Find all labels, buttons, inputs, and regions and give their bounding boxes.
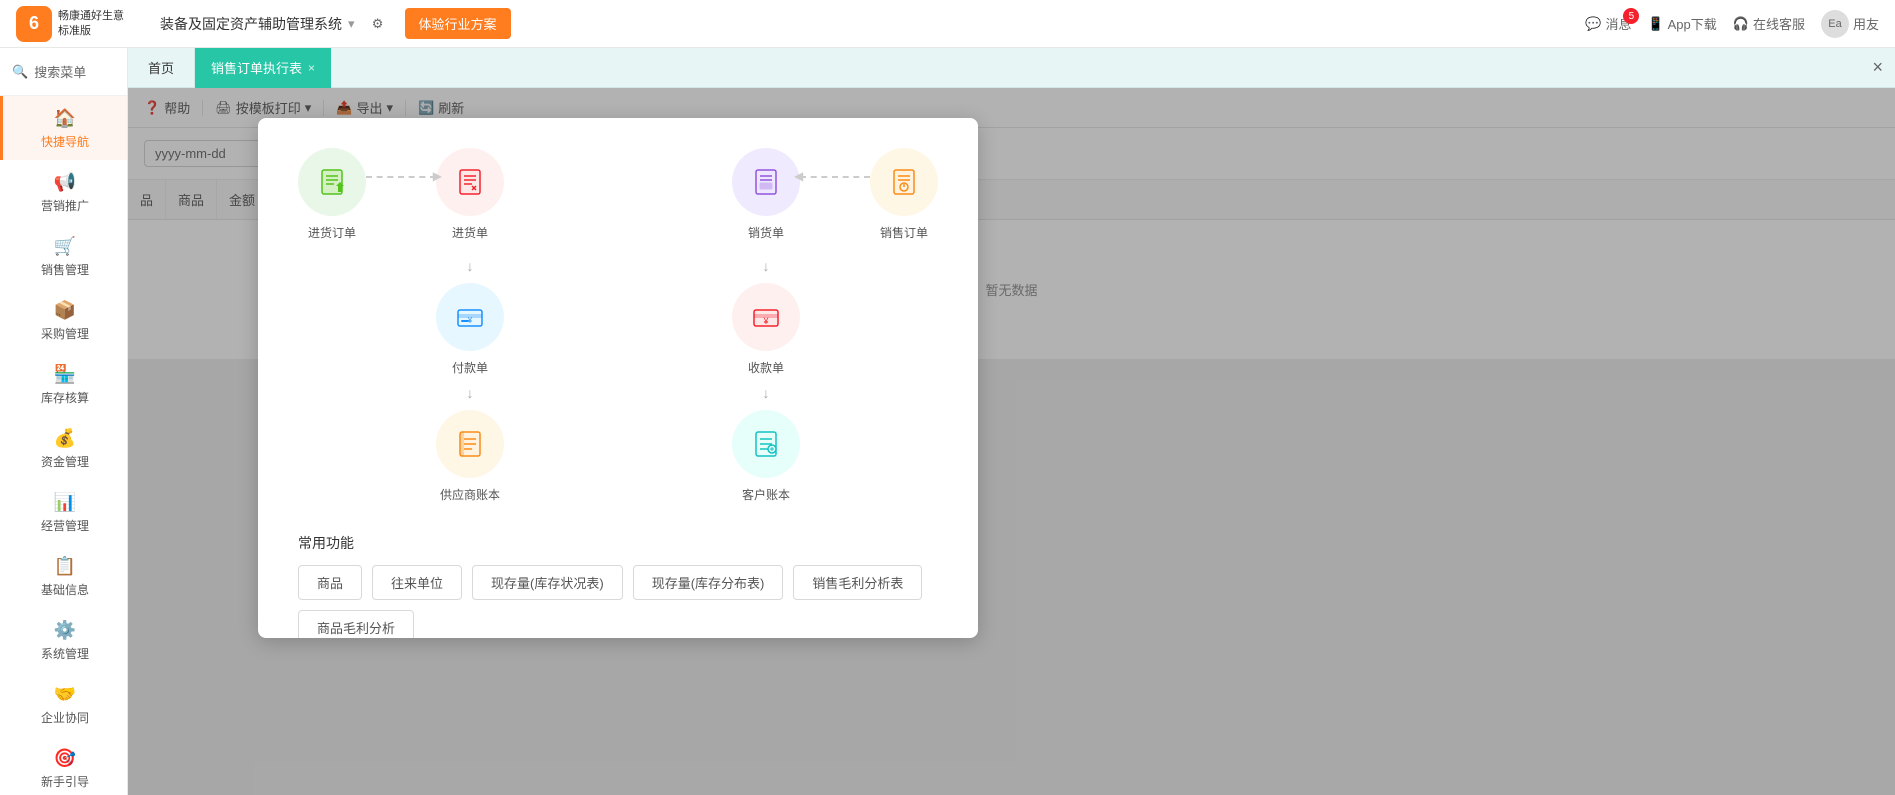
main-area: 🔍 搜索菜单 🏠 快捷导航 📢 营销推广 🛒 销售管理 📦 采购管理 xyxy=(0,48,1895,795)
sidebar-item-sales[interactable]: 🛒 销售管理 xyxy=(0,224,127,288)
sales-order-label: 销售订单 xyxy=(880,224,928,241)
flow-purchase-order[interactable]: 进货订单 xyxy=(298,148,366,241)
system-icon: ⚙️ xyxy=(54,620,76,641)
search-menu-btn[interactable]: 🔍 搜索菜单 xyxy=(8,58,119,85)
search-icon: 🔍 xyxy=(12,64,28,80)
message-icon: 💬 xyxy=(1585,16,1601,32)
customer-book-label: 客户账本 xyxy=(742,486,790,503)
supplier-book-label: 供应商账本 xyxy=(440,486,500,503)
func-btn-5[interactable]: 商品毛利分析 xyxy=(298,610,414,638)
sidebar-item-finance[interactable]: 💰 资金管理 xyxy=(0,416,127,480)
guide-icon: 🎯 xyxy=(54,748,76,769)
flow-sales-order[interactable]: 销售订单 xyxy=(870,148,938,241)
tab-right: × xyxy=(1872,57,1895,78)
purchase-order-circle xyxy=(298,148,366,216)
sales-bill-label: 销货单 xyxy=(748,224,784,241)
gear-icon[interactable]: ⚙ xyxy=(363,9,393,39)
logo-icon: 6 xyxy=(16,6,52,42)
purchase-bill-label: 进货单 xyxy=(452,224,488,241)
receipt-label: 收款单 xyxy=(748,359,784,376)
func-grid: 商品 往来单位 现存量(库存状况表) 现存量(库存分布表) 销售毛利分析表 商品… xyxy=(298,565,938,638)
func-btn-3[interactable]: 现存量(库存分布表) xyxy=(633,565,784,600)
purchase-bill-circle xyxy=(436,148,504,216)
user-item[interactable]: Ea 用友 xyxy=(1821,10,1879,38)
func-btn-2[interactable]: 现存量(库存状况表) xyxy=(472,565,623,600)
marketing-icon: 📢 xyxy=(54,172,76,193)
enterprise-icon: 🤝 xyxy=(54,684,76,705)
flow-customer-book[interactable]: 客户账本 xyxy=(732,410,800,503)
message-badge: 5 xyxy=(1623,8,1639,24)
system-title-area: 装备及固定资产辅助管理系统 ▾ ⚙ 体验行业方案 xyxy=(160,8,1585,39)
func-btn-4[interactable]: 销售毛利分析表 xyxy=(793,565,922,600)
inventory-icon: 🏪 xyxy=(54,364,76,385)
flow-supplier-book[interactable]: 供应商账本 xyxy=(436,410,504,503)
func-btn-1[interactable]: 往来单位 xyxy=(372,565,462,600)
logo-area: 6 畅康通好生意 标准版 xyxy=(16,6,144,42)
tab-active[interactable]: 销售订单执行表 × xyxy=(195,48,331,88)
tab-bar: 首页 销售订单执行表 × × xyxy=(128,48,1895,88)
message-item[interactable]: 💬 消息 5 xyxy=(1585,14,1631,33)
sidebar-item-inventory[interactable]: 🏪 库存核算 xyxy=(0,352,127,416)
tab-home[interactable]: 首页 xyxy=(128,48,195,88)
flow-diagram: 进货订单 ▶ xyxy=(298,148,938,503)
arrow-down-purchase: ↓ xyxy=(467,259,474,273)
sales-bill-circle xyxy=(732,148,800,216)
purchase-icon: 📦 xyxy=(54,300,76,321)
flow-receipt[interactable]: ¥ 收款单 xyxy=(732,283,800,376)
modal-body: 进货订单 ▶ xyxy=(258,118,978,638)
receipt-circle: ¥ xyxy=(732,283,800,351)
sidebar-item-guide[interactable]: 🎯 新手引导 xyxy=(0,736,127,795)
dropdown-icon[interactable]: ▾ xyxy=(348,16,355,32)
experience-button[interactable]: 体验行业方案 xyxy=(405,8,511,39)
payment-label: 付款单 xyxy=(452,359,488,376)
headset-icon: 🎧 xyxy=(1733,16,1749,32)
close-all-icon[interactable]: × xyxy=(1872,57,1883,77)
common-functions-section: 常用功能 商品 往来单位 现存量(库存状况表) 现存量(库存分布表) 销售毛利分… xyxy=(298,533,938,638)
sales-icon: 🛒 xyxy=(54,236,76,257)
supplier-book-circle xyxy=(436,410,504,478)
sidebar-item-operation[interactable]: 📊 经营管理 xyxy=(0,480,127,544)
flow-purchase-bill[interactable]: 进货单 xyxy=(436,148,504,241)
tab-close-icon[interactable]: × xyxy=(308,61,315,75)
top-right-area: 💬 消息 5 📱 App下载 🎧 在线客服 Ea 用友 xyxy=(1585,10,1879,38)
svg-text:¥: ¥ xyxy=(762,316,769,326)
common-functions-title: 常用功能 xyxy=(298,533,938,553)
arrow-down-receipt: ↓ xyxy=(763,386,770,400)
svg-text:¥: ¥ xyxy=(467,316,473,325)
operation-icon: 📊 xyxy=(54,492,76,513)
phone-icon: 📱 xyxy=(1647,16,1663,32)
modal-overlay[interactable]: 进货订单 ▶ xyxy=(128,88,1895,795)
payment-circle: ¥ xyxy=(436,283,504,351)
sidebar: 🔍 搜索菜单 🏠 快捷导航 📢 营销推广 🛒 销售管理 📦 采购管理 xyxy=(0,48,128,795)
sidebar-item-purchase[interactable]: 📦 采购管理 xyxy=(0,288,127,352)
flow-payment[interactable]: ¥ 付款单 xyxy=(436,283,504,376)
arrow-down-sales: ↓ xyxy=(763,259,770,273)
finance-icon: 💰 xyxy=(54,428,76,449)
logo-text: 畅康通好生意 标准版 xyxy=(58,9,124,38)
system-title: 装备及固定资产辅助管理系统 xyxy=(160,14,342,34)
user-avatar: Ea xyxy=(1821,10,1849,38)
basic-icon: 📋 xyxy=(54,556,76,577)
sidebar-item-enterprise[interactable]: 🤝 企业协同 xyxy=(0,672,127,736)
purchase-order-label: 进货订单 xyxy=(308,224,356,241)
home-icon: 🏠 xyxy=(54,108,76,129)
arrow-down-payment: ↓ xyxy=(467,386,474,400)
online-service-item[interactable]: 🎧 在线客服 xyxy=(1733,14,1805,33)
flow-sales-bill[interactable]: 销货单 xyxy=(732,148,800,241)
sidebar-search[interactable]: 🔍 搜索菜单 xyxy=(0,48,127,96)
sidebar-item-basic[interactable]: 📋 基础信息 xyxy=(0,544,127,608)
customer-book-circle xyxy=(732,410,800,478)
sidebar-item-system[interactable]: ⚙️ 系统管理 xyxy=(0,608,127,672)
app-download-item[interactable]: 📱 App下载 xyxy=(1647,14,1716,33)
sidebar-item-marketing[interactable]: 📢 营销推广 xyxy=(0,160,127,224)
content-area: 首页 销售订单执行表 × × ❓ 帮助 xyxy=(128,48,1895,795)
app-wrapper: 6 畅康通好生意 标准版 装备及固定资产辅助管理系统 ▾ ⚙ 体验行业方案 💬 … xyxy=(0,0,1895,795)
modal: 进货订单 ▶ xyxy=(258,118,978,638)
sidebar-item-quick-nav[interactable]: 🏠 快捷导航 xyxy=(0,96,127,160)
content-body: ❓ 帮助 🖨 按模板打印 ▾ 📤 导出 ▾ xyxy=(128,88,1895,795)
top-bar: 6 畅康通好生意 标准版 装备及固定资产辅助管理系统 ▾ ⚙ 体验行业方案 💬 … xyxy=(0,0,1895,48)
sales-order-circle xyxy=(870,148,938,216)
func-btn-0[interactable]: 商品 xyxy=(298,565,362,600)
